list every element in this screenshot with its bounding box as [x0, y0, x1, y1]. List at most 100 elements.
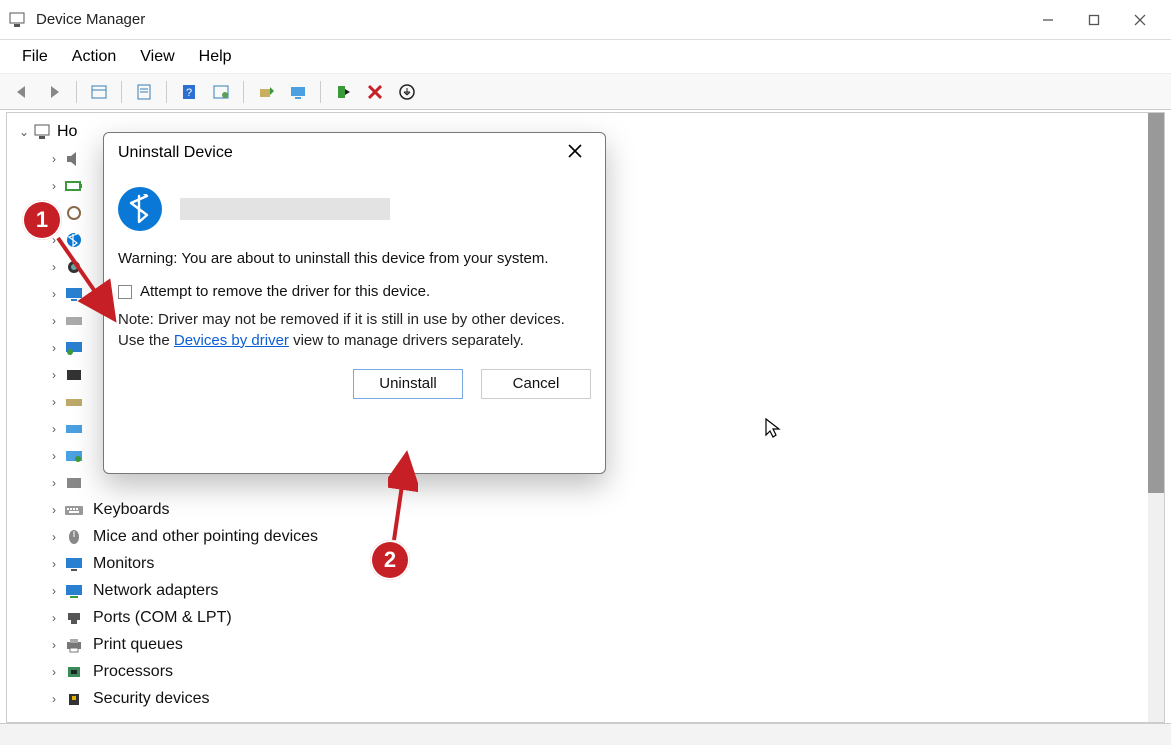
menu-view[interactable]: View [128, 44, 186, 70]
chevron-down-icon[interactable]: ⌄ [17, 125, 31, 139]
scrollbar-thumb[interactable] [1148, 113, 1164, 493]
chevron-right-icon[interactable]: › [47, 665, 61, 679]
firmware-icon [63, 366, 85, 384]
tree-node-label: Monitors [93, 555, 154, 573]
tree-node-printqueues[interactable]: › Print queues [17, 631, 1160, 658]
chevron-right-icon[interactable]: › [47, 260, 61, 274]
help-button[interactable]: ? [175, 78, 203, 106]
dialog-note-suffix: view to manage drivers separately. [289, 332, 524, 349]
show-hide-tree-button[interactable] [85, 78, 113, 106]
ide-icon [63, 420, 85, 438]
tree-node-label: Ports (COM & LPT) [93, 609, 232, 627]
chevron-right-icon[interactable]: › [47, 287, 61, 301]
tree-root-label: Ho [57, 123, 77, 141]
chevron-right-icon[interactable]: › [47, 395, 61, 409]
dialog-close-button[interactable] [559, 139, 591, 167]
back-button[interactable] [8, 78, 36, 106]
bluetooth-icon [63, 231, 85, 249]
dialog-title: Uninstall Device [118, 144, 233, 162]
annotation-step-2: 2 [370, 540, 410, 580]
chevron-right-icon[interactable]: › [47, 368, 61, 382]
network-icon [63, 582, 85, 600]
enable-device-button[interactable] [329, 78, 357, 106]
scan-hardware-button[interactable] [284, 78, 312, 106]
device-manager-icon [8, 11, 26, 29]
chevron-right-icon[interactable]: › [47, 503, 61, 517]
uninstall-button-label: Uninstall [379, 375, 437, 392]
tree-node-processors[interactable]: › Processors [17, 658, 1160, 685]
computer-icon [33, 123, 51, 141]
chevron-right-icon[interactable]: › [47, 476, 61, 490]
chevron-right-icon[interactable]: › [47, 179, 61, 193]
biometric-icon [63, 204, 85, 222]
uninstall-device-dialog: Uninstall Device Warning: You are about … [103, 132, 606, 474]
close-button[interactable] [1117, 4, 1163, 36]
chevron-right-icon[interactable]: › [47, 584, 61, 598]
toolbar-separator [243, 81, 244, 103]
bluetooth-icon [118, 187, 162, 231]
remove-driver-checkbox[interactable] [118, 285, 132, 299]
tree-node-keyboards[interactable]: ›Keyboards [17, 496, 1160, 523]
window-title: Device Manager [36, 11, 145, 28]
tree-node-network[interactable]: › Network adapters [17, 577, 1160, 604]
display-icon [63, 339, 85, 357]
menubar: File Action View Help [0, 40, 1171, 74]
tree-node-label: Security devices [93, 690, 210, 708]
menu-action[interactable]: Action [60, 44, 128, 70]
tree-node-mice[interactable]: › Mice and other pointing devices [17, 523, 1160, 550]
toolbar-separator [76, 81, 77, 103]
menu-help[interactable]: Help [187, 44, 244, 70]
tree-node-monitors[interactable]: › Monitors [17, 550, 1160, 577]
chevron-right-icon[interactable]: › [47, 449, 61, 463]
update-driver-button[interactable] [252, 78, 280, 106]
dialog-note: Note: Driver may not be removed if it is… [118, 310, 591, 351]
toolbar-separator [121, 81, 122, 103]
cancel-button-label: Cancel [513, 375, 560, 392]
toolbar: ? [0, 74, 1171, 110]
cancel-button[interactable]: Cancel [481, 369, 591, 399]
chevron-right-icon[interactable]: › [47, 611, 61, 625]
tree-node-label: Processors [93, 663, 173, 681]
keyboard-icon [63, 501, 85, 519]
monitor-icon [63, 555, 85, 573]
tree-node-ports[interactable]: › Ports (COM & LPT) [17, 604, 1160, 631]
tree-node-label: Network adapters [93, 582, 218, 600]
chevron-right-icon[interactable]: › [47, 557, 61, 571]
cpu-icon [63, 663, 85, 681]
vertical-scrollbar[interactable] [1148, 113, 1164, 722]
svg-text:?: ? [186, 87, 192, 99]
devices-by-driver-link[interactable]: Devices by driver [174, 332, 289, 349]
uninstall-button[interactable]: Uninstall [353, 369, 463, 399]
printer-icon [63, 636, 85, 654]
statusbar [0, 723, 1171, 745]
minimize-button[interactable] [1025, 4, 1071, 36]
tree-node-label: Mice and other pointing devices [93, 528, 318, 546]
tree-node-label: Print queues [93, 636, 183, 654]
chevron-right-icon[interactable]: › [47, 152, 61, 166]
security-icon [63, 690, 85, 708]
disk-icon [63, 312, 85, 330]
add-legacy-button[interactable] [393, 78, 421, 106]
uninstall-device-button[interactable] [361, 78, 389, 106]
chevron-right-icon[interactable]: › [47, 422, 61, 436]
menu-file[interactable]: File [10, 44, 60, 70]
dialog-warning-text: Warning: You are about to uninstall this… [118, 249, 591, 269]
properties-button[interactable] [130, 78, 158, 106]
camera-icon [63, 258, 85, 276]
annotation-step-1: 1 [22, 200, 62, 240]
chevron-right-icon[interactable]: › [47, 314, 61, 328]
action-button[interactable] [207, 78, 235, 106]
forward-button[interactable] [40, 78, 68, 106]
remove-driver-checkbox-label: Attempt to remove the driver for this de… [140, 283, 430, 300]
chevron-right-icon[interactable]: › [47, 638, 61, 652]
chevron-right-icon[interactable]: › [47, 341, 61, 355]
maximize-button[interactable] [1071, 4, 1117, 36]
ports-icon [63, 609, 85, 627]
chevron-right-icon[interactable]: › [47, 530, 61, 544]
battery-icon [63, 177, 85, 195]
tree-node-security[interactable]: › Security devices [17, 685, 1160, 712]
chevron-right-icon[interactable]: › [47, 692, 61, 706]
annotation-step-2-label: 2 [384, 547, 396, 573]
toolbar-separator [166, 81, 167, 103]
cursor-icon [764, 417, 782, 444]
